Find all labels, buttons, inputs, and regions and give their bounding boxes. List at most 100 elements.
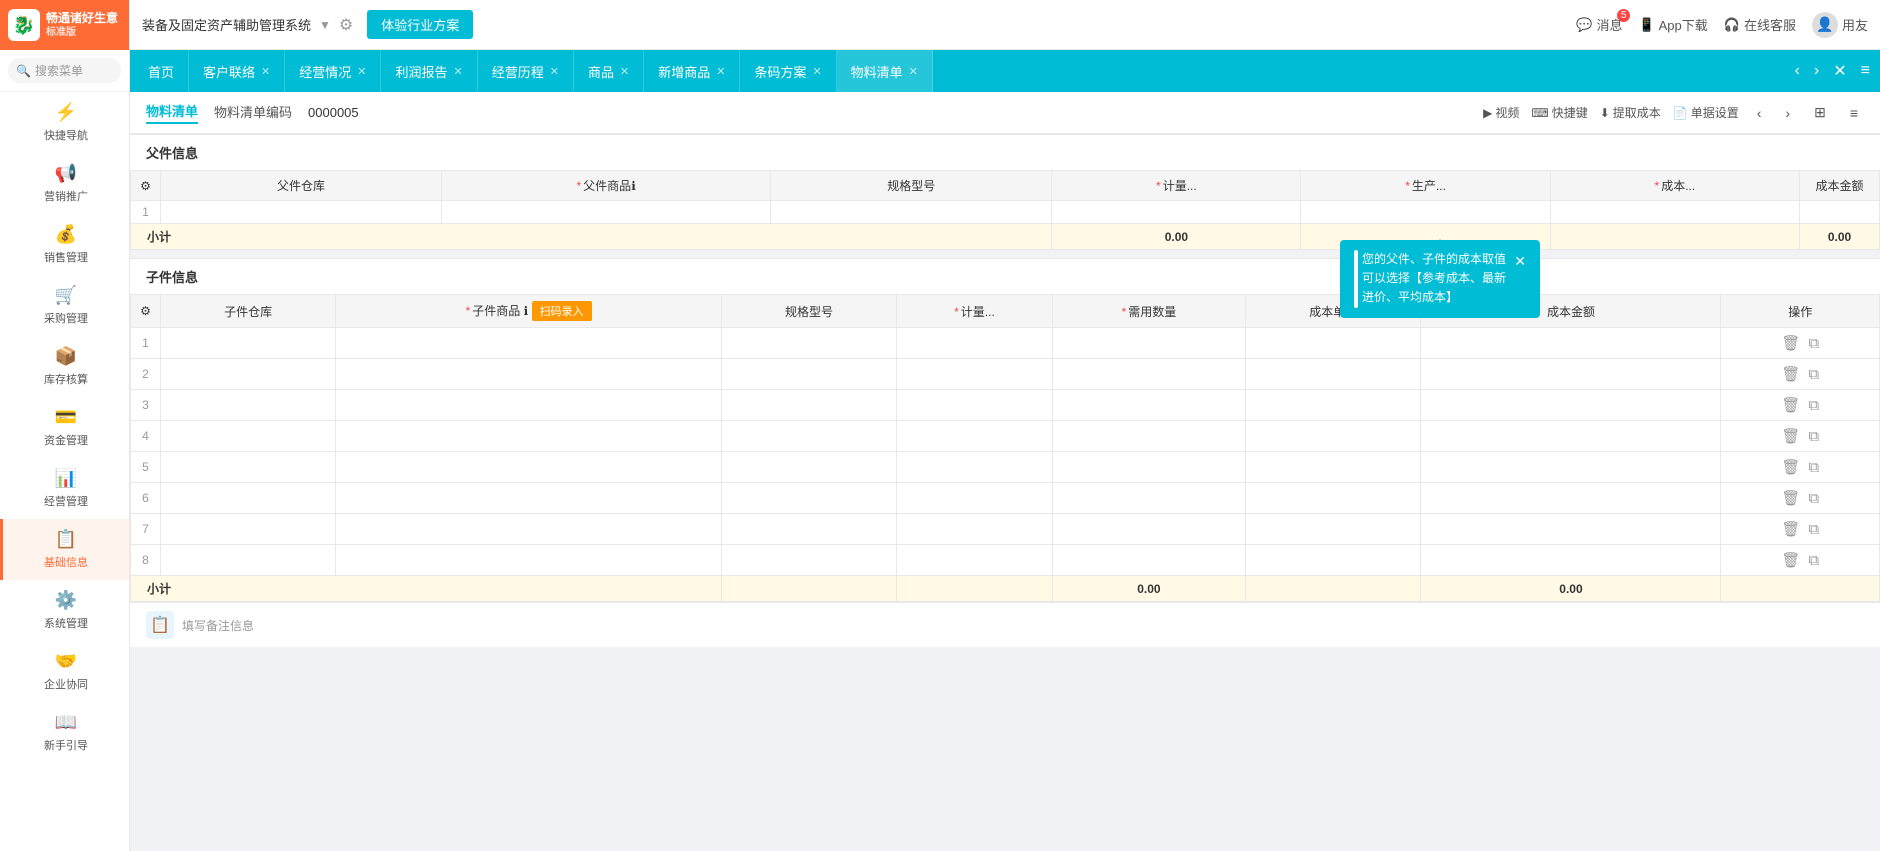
child-unit-cost-7[interactable] <box>1246 514 1421 545</box>
child-qty-8[interactable] <box>1052 545 1245 576</box>
parent-spec-1[interactable] <box>771 201 1052 224</box>
child-unit-cost-8[interactable] <box>1246 545 1421 576</box>
child-unit-cost-6[interactable] <box>1246 483 1421 514</box>
action-shortcut[interactable]: ⌨ 快捷键 <box>1531 104 1587 121</box>
sidebar-item-basic-info[interactable]: 📋 基础信息 <box>0 519 129 580</box>
child-copy-btn-8[interactable]: ⧉ <box>1806 549 1821 571</box>
tab-history-close[interactable]: ✕ <box>550 65 559 78</box>
child-qty-3[interactable] <box>1052 390 1245 421</box>
child-qty-2[interactable] <box>1052 359 1245 390</box>
child-qty-4[interactable] <box>1052 421 1245 452</box>
sub-header-expand-btn[interactable]: ⊞ <box>1808 100 1832 125</box>
child-qty-1[interactable] <box>1052 328 1245 359</box>
child-spec-2[interactable] <box>721 359 896 390</box>
child-unit-4[interactable] <box>897 421 1053 452</box>
nav-close-all-btn[interactable]: ✕ <box>1827 57 1852 85</box>
tab-goods-close[interactable]: ✕ <box>620 65 629 78</box>
child-goods-3[interactable] <box>336 390 722 421</box>
message-badge-item[interactable]: 💬 消息 5 <box>1576 15 1622 34</box>
child-delete-btn-2[interactable]: 🗑 <box>1779 363 1802 385</box>
child-warehouse-2[interactable] <box>161 359 336 390</box>
sub-tab-bom[interactable]: 物料清单 <box>146 101 198 124</box>
child-delete-btn-4[interactable]: 🗑 <box>1779 425 1802 447</box>
child-warehouse-8[interactable] <box>161 545 336 576</box>
child-unit-7[interactable] <box>897 514 1053 545</box>
child-spec-6[interactable] <box>721 483 896 514</box>
sidebar-item-purchase[interactable]: 🛒 采购管理 <box>0 275 129 336</box>
child-unit-6[interactable] <box>897 483 1053 514</box>
child-delete-btn-7[interactable]: 🗑 <box>1779 518 1802 540</box>
child-th-settings[interactable]: ⚙ <box>131 295 161 328</box>
child-warehouse-1[interactable] <box>161 328 336 359</box>
child-copy-btn-7[interactable]: ⧉ <box>1806 518 1821 540</box>
nav-next-btn[interactable]: › <box>1808 58 1825 84</box>
sidebar-item-system[interactable]: ⚙️ 系统管理 <box>0 580 129 641</box>
child-warehouse-3[interactable] <box>161 390 336 421</box>
child-unit-3[interactable] <box>897 390 1053 421</box>
child-goods-6[interactable] <box>336 483 722 514</box>
child-unit-5[interactable] <box>897 452 1053 483</box>
tab-customer[interactable]: 客户联络 ✕ <box>189 50 285 92</box>
child-warehouse-5[interactable] <box>161 452 336 483</box>
dropdown-arrow-icon[interactable]: ▼ <box>319 18 331 32</box>
child-copy-btn-4[interactable]: ⧉ <box>1806 425 1821 447</box>
th-settings[interactable]: ⚙ <box>131 171 161 201</box>
child-delete-btn-5[interactable]: 🗑 <box>1779 456 1802 478</box>
child-copy-btn-3[interactable]: ⧉ <box>1806 394 1821 416</box>
nav-prev-btn[interactable]: ‹ <box>1789 58 1806 84</box>
sub-tab-bom-code[interactable]: 物料清单编码 <box>214 102 292 123</box>
child-warehouse-6[interactable] <box>161 483 336 514</box>
child-unit-8[interactable] <box>897 545 1053 576</box>
tab-operations[interactable]: 经营情况 ✕ <box>285 50 381 92</box>
child-unit-2[interactable] <box>897 359 1053 390</box>
child-warehouse-4[interactable] <box>161 421 336 452</box>
child-spec-8[interactable] <box>721 545 896 576</box>
tab-new-goods[interactable]: 新增商品 ✕ <box>644 50 740 92</box>
online-service-item[interactable]: 🎧 在线客服 <box>1724 15 1796 34</box>
child-qty-6[interactable] <box>1052 483 1245 514</box>
child-unit-cost-1[interactable] <box>1246 328 1421 359</box>
tab-history[interactable]: 经营历程 ✕ <box>478 50 574 92</box>
child-copy-btn-1[interactable]: ⧉ <box>1806 332 1821 354</box>
child-copy-btn-5[interactable]: ⧉ <box>1806 456 1821 478</box>
parent-produce-1[interactable] <box>1301 201 1550 224</box>
search-box[interactable]: 🔍 搜索菜单 <box>8 58 121 83</box>
tab-bom-close[interactable]: ✕ <box>909 65 918 78</box>
tab-barcode[interactable]: 条码方案 ✕ <box>740 50 836 92</box>
child-unit-1[interactable] <box>897 328 1053 359</box>
scan-button[interactable]: 扫码录入 <box>532 301 592 321</box>
sub-header-prev-btn[interactable]: ‹ <box>1751 101 1768 125</box>
child-spec-7[interactable] <box>721 514 896 545</box>
action-doc-settings[interactable]: 📄 单据设置 <box>1673 104 1739 121</box>
parent-warehouse-1[interactable] <box>161 201 442 224</box>
tab-barcode-close[interactable]: ✕ <box>812 65 821 78</box>
child-copy-btn-2[interactable]: ⧉ <box>1806 363 1821 385</box>
tab-bom[interactable]: 物料清单 ✕ <box>837 50 933 92</box>
nav-menu-btn[interactable]: ≡ <box>1855 58 1876 84</box>
sidebar-item-quicknav[interactable]: ⚡ 快捷导航 <box>0 92 129 153</box>
child-qty-7[interactable] <box>1052 514 1245 545</box>
child-goods-7[interactable] <box>336 514 722 545</box>
child-spec-4[interactable] <box>721 421 896 452</box>
tooltip-close-btn[interactable]: ✕ <box>1514 250 1526 272</box>
parent-unit-1[interactable] <box>1052 201 1301 224</box>
action-extract-cost[interactable]: ⬇ 提取成本 <box>1600 104 1661 121</box>
child-unit-cost-5[interactable] <box>1246 452 1421 483</box>
user-info[interactable]: 👤 用友 <box>1812 12 1868 38</box>
sidebar-item-inventory[interactable]: 📦 库存核算 <box>0 336 129 397</box>
child-qty-5[interactable] <box>1052 452 1245 483</box>
child-delete-btn-1[interactable]: 🗑 <box>1779 332 1802 354</box>
child-spec-1[interactable] <box>721 328 896 359</box>
child-goods-2[interactable] <box>336 359 722 390</box>
tab-operations-close[interactable]: ✕ <box>357 65 366 78</box>
sidebar-item-sales[interactable]: 💰 销售管理 <box>0 214 129 275</box>
child-unit-cost-3[interactable] <box>1246 390 1421 421</box>
sidebar-item-finance[interactable]: 💳 资金管理 <box>0 397 129 458</box>
tab-customer-close[interactable]: ✕ <box>261 65 270 78</box>
tab-home[interactable]: 首页 <box>134 50 189 92</box>
child-delete-btn-3[interactable]: 🗑 <box>1779 394 1802 416</box>
child-delete-btn-8[interactable]: 🗑 <box>1779 549 1802 571</box>
child-goods-1[interactable] <box>336 328 722 359</box>
child-spec-3[interactable] <box>721 390 896 421</box>
parent-goods-1[interactable] <box>441 201 770 224</box>
